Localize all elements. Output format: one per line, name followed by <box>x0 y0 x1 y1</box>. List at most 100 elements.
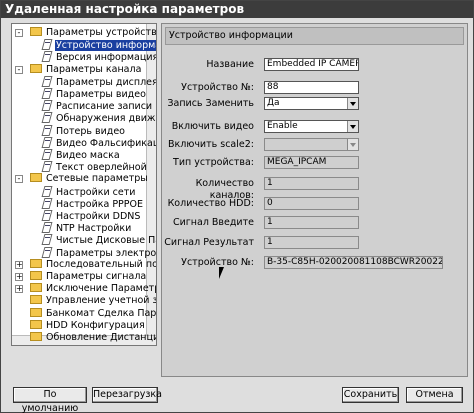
tree-item-label: Параметры дисплея <box>56 76 157 88</box>
tree-item[interactable]: Расписание записи <box>42 100 153 112</box>
tree-item-label: Настройки сети <box>56 186 136 198</box>
expand-icon[interactable]: + <box>15 273 23 281</box>
settings-page-icon <box>42 76 52 86</box>
tree-item[interactable]: + Параметры сигнала <box>15 271 147 283</box>
tree-item[interactable]: Обновление Дистанцион <box>30 332 156 344</box>
tree-item[interactable]: Видео Фальсификация <box>42 137 156 149</box>
field-value: 0 <box>267 198 273 208</box>
field-select[interactable] <box>264 138 359 151</box>
settings-page-icon <box>42 234 52 244</box>
expand-icon[interactable]: + <box>15 260 23 269</box>
field-label: Включить scale2: <box>168 139 254 150</box>
settings-page-icon <box>42 222 52 232</box>
tree-item[interactable]: + Исключение Параметры <box>15 283 156 295</box>
field-value: Да <box>267 98 280 108</box>
chevron-down-icon[interactable] <box>347 121 358 132</box>
tree-item[interactable]: Видео маска <box>42 149 121 161</box>
folder-icon <box>30 295 42 305</box>
settings-page-icon <box>42 100 52 110</box>
tree-item[interactable]: + Последовательный порт <box>15 258 156 271</box>
field-value: B-35-C85H-020020081108BCWR20022 <box>267 257 443 267</box>
panel-header: Устройство информации <box>165 27 464 45</box>
field-label: Тип устройства: <box>173 157 254 168</box>
folder-icon <box>30 307 42 317</box>
tree-item-label: Управление учетной запи <box>46 295 157 307</box>
field-label: Устройство №: <box>181 82 254 93</box>
tree-item[interactable]: Настройки сети <box>42 186 136 198</box>
field-input: MEGA_IPCAM <box>264 156 359 169</box>
settings-page-icon <box>42 210 52 220</box>
folder-icon <box>30 283 42 293</box>
settings-window: Удаленная настройка параметров - Параметр… <box>0 0 474 413</box>
tree-item[interactable]: Устройство информац <box>42 39 156 52</box>
field-input[interactable]: 88 <box>264 81 359 94</box>
collapse-icon[interactable]: - <box>15 29 23 37</box>
field-select[interactable]: Enable <box>264 120 359 133</box>
field-input: B-35-C85H-020020081108BCWR20022 <box>264 256 443 269</box>
field-input[interactable]: Embedded IP CAMER <box>264 58 359 71</box>
tree-item[interactable]: Версия информация <box>42 51 157 64</box>
settings-page-icon <box>42 137 52 147</box>
tree-item[interactable]: NTP Настройки <box>42 222 132 234</box>
settings-tree[interactable]: - Параметры устройства Устройство информац… <box>11 23 157 346</box>
tree-item[interactable]: Настройка PPPOE <box>42 198 144 210</box>
field-value: MEGA_IPCAM <box>267 157 327 167</box>
expand-icon[interactable]: + <box>15 285 23 294</box>
field-select[interactable]: Да <box>264 97 359 110</box>
settings-page-icon <box>42 51 52 61</box>
chevron-down-icon[interactable] <box>347 98 358 109</box>
tree-item[interactable]: - Сетевые параметры <box>15 173 149 185</box>
tree-item[interactable]: Чистые Дисковые Пар <box>42 234 156 246</box>
folder-icon <box>30 63 42 73</box>
save-button[interactable]: Сохранить <box>342 387 399 403</box>
tree-item[interactable]: HDD Конфигурация <box>30 319 146 332</box>
collapse-icon[interactable]: - <box>15 65 23 74</box>
folder-icon <box>30 27 42 36</box>
tree-item-label: Версия информация <box>56 52 157 64</box>
settings-page-icon <box>42 112 52 122</box>
field-input: 0 <box>264 197 359 210</box>
field-value: Enable <box>267 121 298 131</box>
settings-page-icon <box>42 161 52 171</box>
tree-item-label: Потерь видео <box>56 125 125 137</box>
tree-item[interactable]: Обнаружения движен <box>42 112 157 125</box>
folder-icon <box>30 332 42 341</box>
mouse-cursor-icon <box>219 267 224 279</box>
window-title: Удаленная настройка параметров <box>1 1 473 18</box>
tree-item[interactable]: Потерь видео <box>42 125 126 137</box>
tree-item-label: Параметры устройства <box>46 27 157 38</box>
field-value: 1 <box>267 237 273 247</box>
default-button[interactable]: По умолчанию <box>13 387 87 413</box>
collapse-icon[interactable]: - <box>15 175 23 184</box>
tree-item-label: NTP Настройки <box>56 223 132 235</box>
tree-item-label: Расписание записи <box>56 101 153 113</box>
field-label: Включить видео <box>171 121 254 132</box>
tree-item[interactable]: Параметры видео <box>42 88 147 100</box>
tree-item[interactable]: Параметры электрон <box>42 247 156 259</box>
settings-page-icon <box>42 247 52 257</box>
tree-item[interactable]: Текст оверлейной <box>42 161 148 173</box>
field-input: 1 <box>264 236 359 249</box>
folder-icon <box>30 319 42 329</box>
reboot-button[interactable]: Перезагрузка <box>92 387 162 403</box>
tree-item-label: Обновление Дистанцион <box>46 332 156 343</box>
tree-item[interactable]: - Параметры устройства <box>15 27 157 39</box>
folder-icon <box>30 271 42 280</box>
tree-item[interactable]: - Параметры канала <box>15 63 142 76</box>
tree-item[interactable]: Управление учетной запи <box>30 295 157 307</box>
tree-item-label: Устройство информац <box>55 40 156 52</box>
tree-item-label: Параметры видео <box>56 89 146 100</box>
tree-item-label: Параметры сигнала <box>46 271 147 282</box>
tree-item[interactable]: Банкомат Сделка Парам <box>30 307 156 320</box>
field-value: Embedded IP CAMER <box>267 59 359 69</box>
field-label: Запись Заменить <box>167 98 254 109</box>
tree-item-label: Текст оверлейной <box>56 162 147 174</box>
field-label: Сигнал Введите <box>172 217 254 228</box>
tree-item[interactable]: Параметры дисплея <box>42 76 157 88</box>
folder-icon <box>30 258 42 268</box>
tree-item[interactable]: Настройки DDNS <box>42 210 141 222</box>
tree-item-label: Обнаружения движен <box>56 113 157 125</box>
tree-item-label: Параметры канала <box>46 63 142 75</box>
tree-item-label: Настройки DDNS <box>56 211 141 222</box>
cancel-button[interactable]: Отмена <box>406 387 463 403</box>
